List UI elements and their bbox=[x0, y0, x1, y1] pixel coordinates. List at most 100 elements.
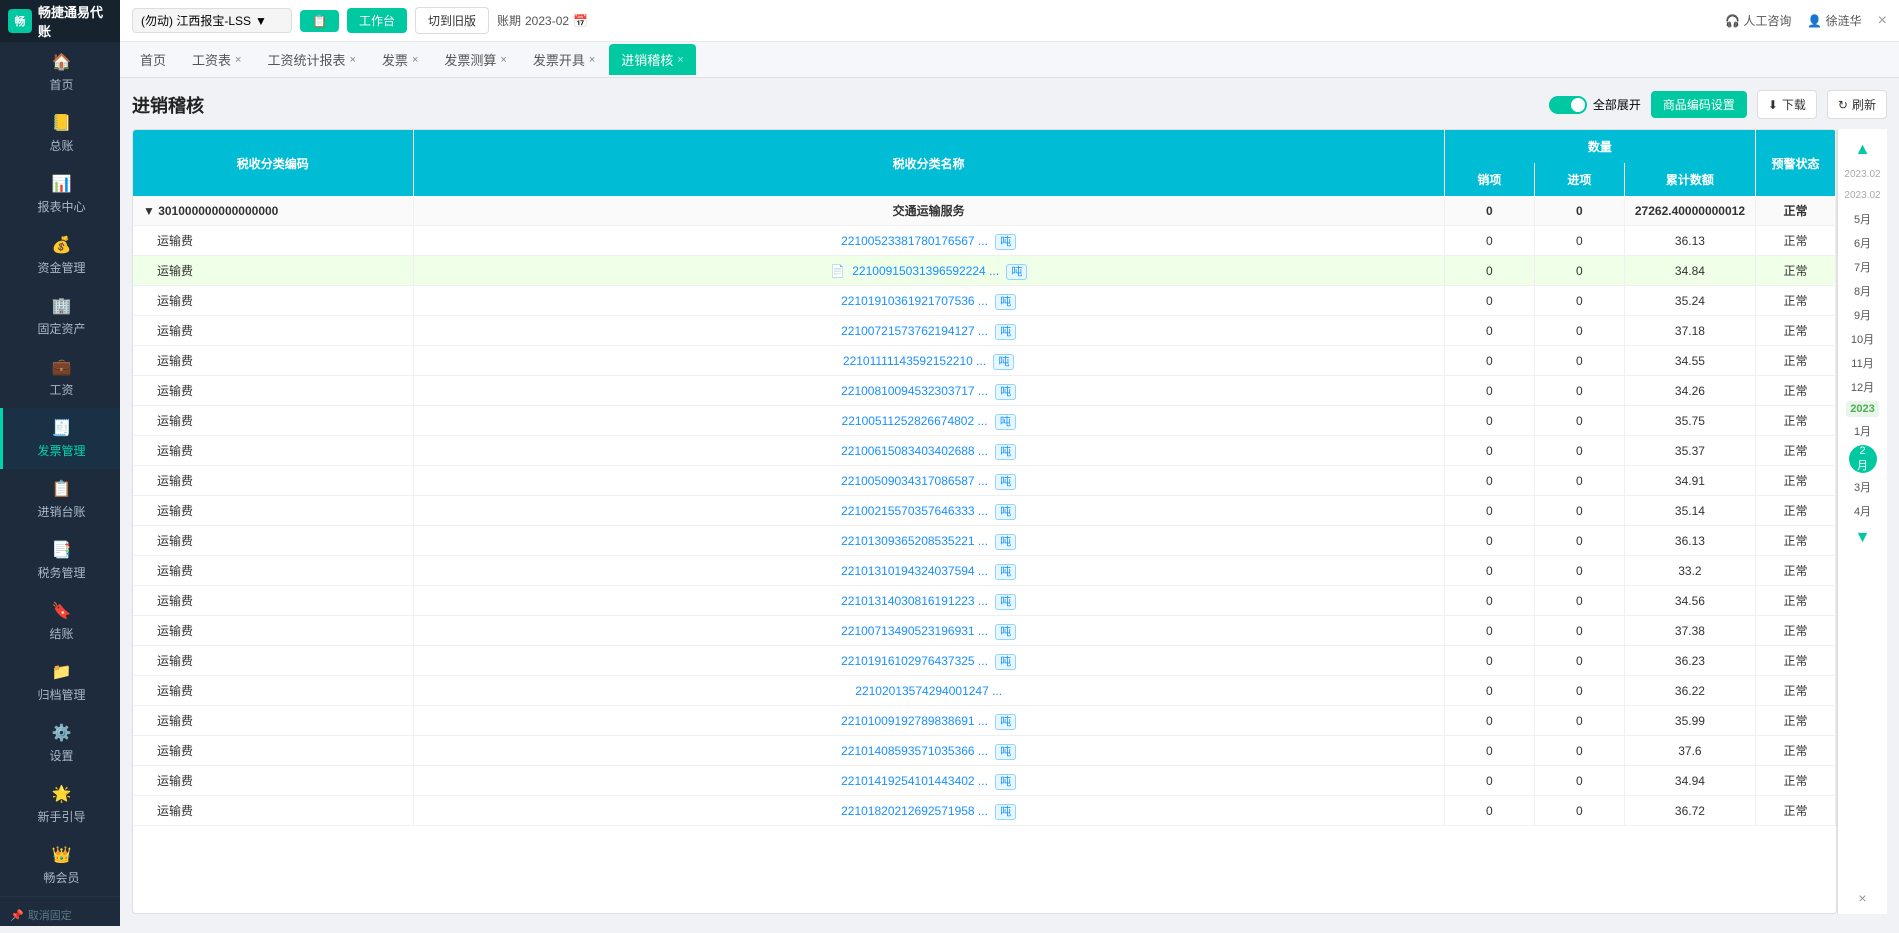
table-section: 税收分类编码 税收分类名称 数量 预警状态 销项 进项 累计数额 ▼ 30100… bbox=[132, 129, 1887, 914]
row-sale: 0 bbox=[1444, 616, 1534, 646]
sidebar-item-ledger[interactable]: 📒总账 bbox=[0, 103, 120, 164]
refresh-button[interactable]: ↻ 刷新 bbox=[1827, 90, 1887, 119]
tab-label-invoice: 发票 bbox=[382, 50, 408, 69]
sidebar-item-settle[interactable]: 🔖结账 bbox=[0, 591, 120, 652]
copy-button[interactable]: 📋 bbox=[300, 10, 339, 32]
row-sale: 0 bbox=[1444, 226, 1534, 256]
tag-badge: 吨 bbox=[995, 774, 1016, 790]
window-close-icon[interactable]: × bbox=[1878, 12, 1887, 30]
tab-close-salary-stats[interactable]: × bbox=[349, 54, 355, 66]
right-panel-month[interactable]: 4月 bbox=[1848, 499, 1877, 523]
sidebar-item-archive[interactable]: 📁归档管理 bbox=[0, 652, 120, 713]
right-panel-month[interactable]: 10月 bbox=[1845, 327, 1880, 351]
tab-invoice-calc[interactable]: 发票测算× bbox=[432, 44, 518, 75]
tag-badge: 吨 bbox=[995, 654, 1016, 670]
tab-invoice[interactable]: 发票 × bbox=[370, 44, 430, 75]
row-status: 正常 bbox=[1756, 436, 1836, 466]
row-label: 运输费 bbox=[133, 616, 413, 646]
row-sale: 0 bbox=[1444, 256, 1534, 286]
row-invoice: 22100511252826674802 ... 吨 bbox=[413, 406, 1444, 436]
tab-close-salary-table[interactable]: × bbox=[235, 54, 241, 66]
row-invoice: 22100615083403402688 ... 吨 bbox=[413, 436, 1444, 466]
calendar-icon[interactable]: 📅 bbox=[573, 14, 588, 28]
right-panel: ▲ 2023.02 2023.02 5月6月7月8月9月10月11月12月 20… bbox=[1837, 129, 1887, 914]
sidebar-icon-settings: ⚙️ bbox=[52, 723, 72, 743]
row-total: 34.91 bbox=[1624, 466, 1755, 496]
right-panel-month[interactable]: 8月 bbox=[1845, 279, 1880, 303]
right-panel-month[interactable]: 6月 bbox=[1845, 231, 1880, 255]
company-selector[interactable]: (勿动) 江西报宝-LSS ▼ bbox=[132, 8, 292, 33]
sidebar-item-home[interactable]: 🏠首页 bbox=[0, 42, 120, 103]
right-panel-month[interactable]: 9月 bbox=[1845, 303, 1880, 327]
row-status: 正常 bbox=[1756, 406, 1836, 436]
tab-home[interactable]: 首页 bbox=[128, 44, 178, 75]
unpin-button[interactable]: 📌 取消固定 bbox=[0, 896, 120, 933]
row-total: 34.56 bbox=[1624, 586, 1755, 616]
row-label: 运输费 bbox=[133, 286, 413, 316]
sidebar-item-sales-desk[interactable]: 📋进销台账 bbox=[0, 469, 120, 530]
row-purchase: 0 bbox=[1534, 496, 1624, 526]
row-sale: 0 bbox=[1444, 496, 1534, 526]
switch-version-button[interactable]: 切到旧版 bbox=[415, 7, 489, 34]
sidebar-item-settings[interactable]: ⚙️设置 bbox=[0, 713, 120, 774]
tab-reconcile[interactable]: 进销稽核× bbox=[609, 44, 695, 75]
row-sale: 0 bbox=[1444, 436, 1534, 466]
support-link[interactable]: 🎧 人工咨询 bbox=[1725, 12, 1791, 29]
row-label: 运输费 bbox=[133, 736, 413, 766]
row-total: 36.23 bbox=[1624, 646, 1755, 676]
right-panel-year-label-1: 2023.02 bbox=[1842, 165, 1882, 184]
tab-close-invoice[interactable]: × bbox=[412, 54, 418, 66]
user-menu[interactable]: 👤 徐涟华 bbox=[1807, 12, 1861, 29]
right-panel-month[interactable]: 12月 bbox=[1845, 375, 1880, 399]
tab-salary-table[interactable]: 工资表× bbox=[180, 44, 253, 75]
col-header-sale: 销项 bbox=[1444, 163, 1534, 196]
workspace-button[interactable]: 工作台 bbox=[347, 8, 407, 33]
sidebar-item-reports[interactable]: 📊报表中心 bbox=[0, 164, 120, 225]
right-panel-close[interactable]: × bbox=[1858, 890, 1866, 906]
row-total: 37.6 bbox=[1624, 736, 1755, 766]
row-purchase: 0 bbox=[1534, 316, 1624, 346]
page-actions: 全部展开 商品编码设置 ⬇ 下载 ↻ 刷新 bbox=[1549, 90, 1887, 119]
right-panel-month[interactable]: 5月 bbox=[1845, 207, 1880, 231]
right-panel-month[interactable]: 7月 bbox=[1845, 255, 1880, 279]
row-status: 正常 bbox=[1756, 376, 1836, 406]
tag-badge: 吨 bbox=[995, 294, 1016, 310]
expand-toggle[interactable] bbox=[1549, 96, 1587, 114]
tab-invoice-open[interactable]: 发票开具× bbox=[521, 44, 607, 75]
right-panel-month[interactable]: 2月 bbox=[1849, 445, 1877, 473]
tab-close-invoice-open[interactable]: × bbox=[589, 54, 595, 66]
table-row: 运输费 📄 22100915031396592224 ... 吨 0 0 34.… bbox=[133, 256, 1836, 286]
settings-button[interactable]: 商品编码设置 bbox=[1651, 91, 1747, 118]
row-invoice: 22101916102976437325 ... 吨 bbox=[413, 646, 1444, 676]
tab-close-reconcile[interactable]: × bbox=[677, 54, 683, 66]
table-row: 运输费 22101009192789838691 ... 吨 0 0 35.99… bbox=[133, 706, 1836, 736]
right-panel-up-arrow[interactable]: ▲ bbox=[1851, 137, 1875, 163]
avatar-icon: 👤 bbox=[1807, 14, 1822, 28]
right-panel-down-arrow[interactable]: ▼ bbox=[1851, 525, 1875, 551]
right-panel-month[interactable]: 11月 bbox=[1845, 351, 1880, 375]
sidebar-item-funds[interactable]: 💰资金管理 bbox=[0, 225, 120, 286]
sidebar-icon-guide: 🌟 bbox=[52, 784, 72, 804]
row-label: 运输费 bbox=[133, 346, 413, 376]
tab-salary-stats[interactable]: 工资统计报表× bbox=[255, 44, 367, 75]
row-label: 运输费 bbox=[133, 316, 413, 346]
sidebar-item-salary[interactable]: 💼工资 bbox=[0, 347, 120, 408]
period-label: 账期 bbox=[497, 12, 521, 29]
right-panel-month[interactable]: 1月 bbox=[1848, 419, 1877, 443]
sidebar-item-tax[interactable]: 📑税务管理 bbox=[0, 530, 120, 591]
sidebar-item-invoice[interactable]: 🧾发票管理 bbox=[0, 408, 120, 469]
sidebar-item-assets[interactable]: 🏢固定资产 bbox=[0, 286, 120, 347]
table-row: 运输费 22100721573762194127 ... 吨 0 0 37.18… bbox=[133, 316, 1836, 346]
tab-close-invoice-calc[interactable]: × bbox=[500, 54, 506, 66]
right-panel-year-2023: 2023 bbox=[1846, 401, 1878, 417]
right-panel-month[interactable]: 3月 bbox=[1848, 475, 1877, 499]
data-table-wrapper[interactable]: 税收分类编码 税收分类名称 数量 预警状态 销项 进项 累计数额 ▼ 30100… bbox=[132, 129, 1837, 914]
download-button[interactable]: ⬇ 下载 bbox=[1757, 90, 1817, 119]
row-label: 运输费 bbox=[133, 406, 413, 436]
sidebar-item-guide[interactable]: 🌟新手引导 bbox=[0, 774, 120, 835]
row-total: 37.38 bbox=[1624, 616, 1755, 646]
sidebar-item-member[interactable]: 👑畅会员 bbox=[0, 835, 120, 896]
app-name: 畅捷通易代账 bbox=[38, 2, 112, 40]
topbar: (勿动) 江西报宝-LSS ▼ 📋 工作台 切到旧版 账期 2023-02 📅 … bbox=[120, 0, 1899, 42]
tag-badge: 吨 bbox=[993, 354, 1014, 370]
